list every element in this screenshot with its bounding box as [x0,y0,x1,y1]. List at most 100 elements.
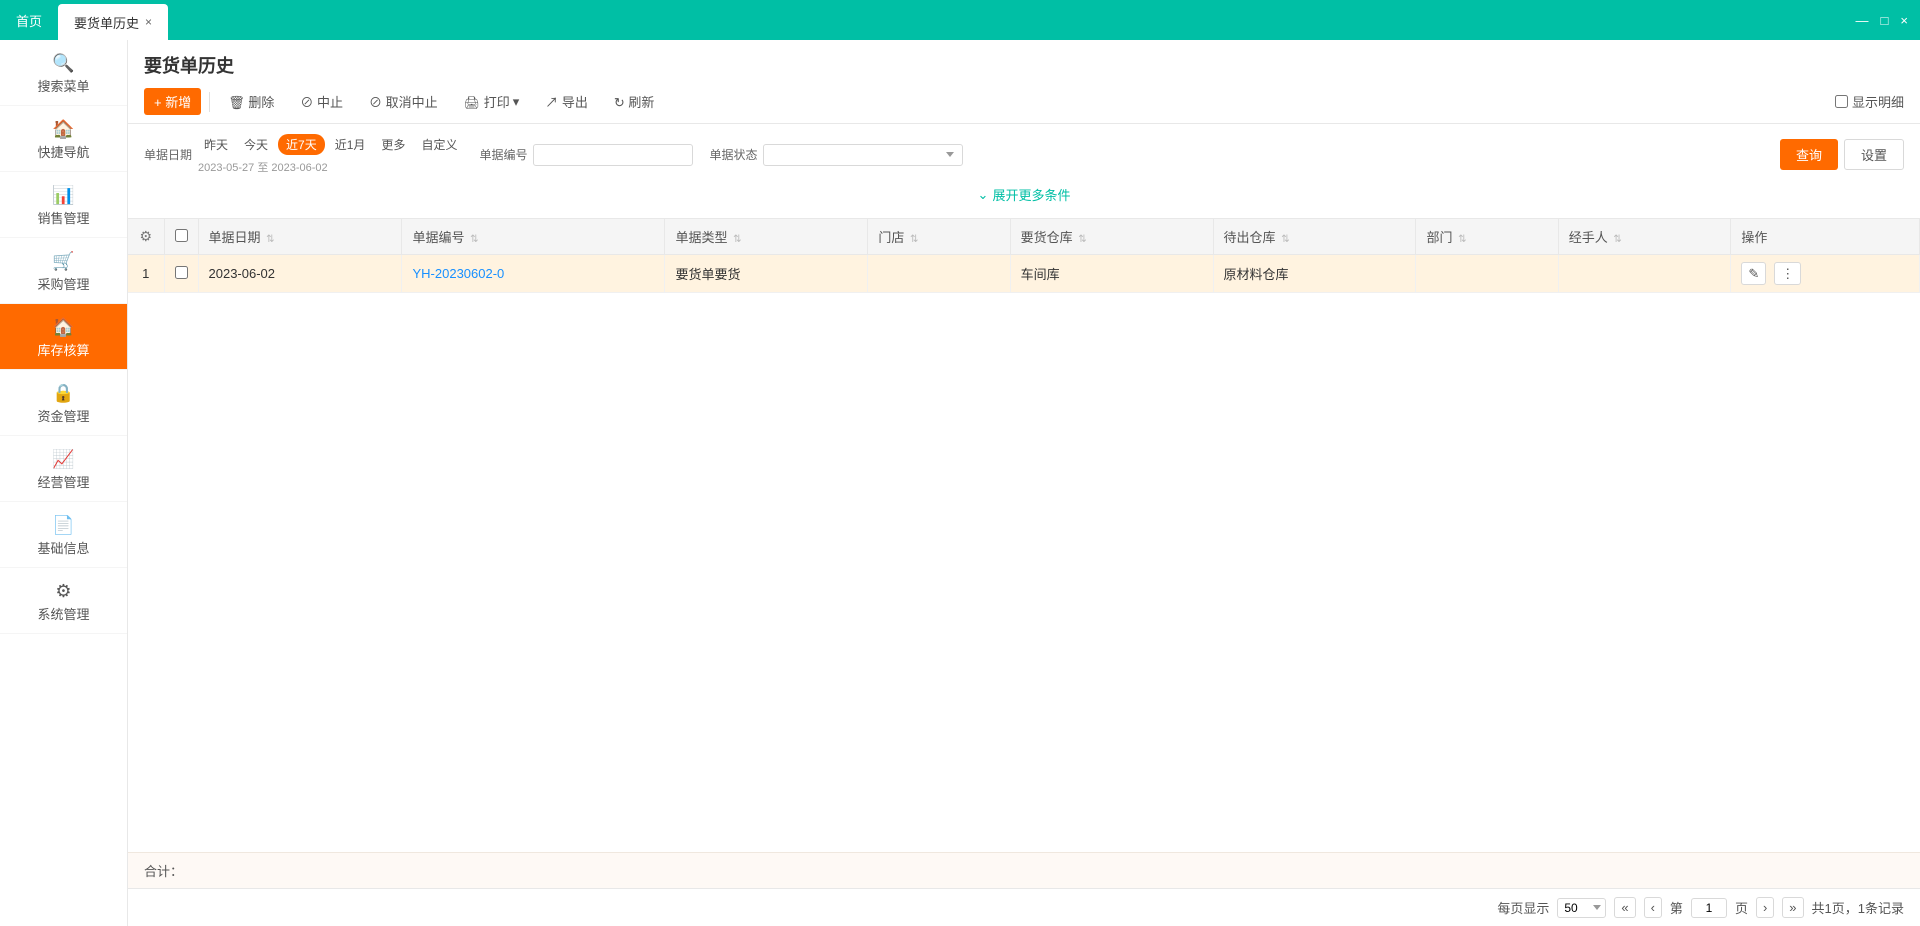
gear-icon: ⚙ [55,582,71,600]
sidebar-item-finance-label: 资金管理 [37,406,89,425]
col-actions-label: 操作 [1741,230,1767,245]
sort-order-no-icon[interactable]: ⇅ [470,234,478,245]
query-button[interactable]: 查询 [1780,139,1838,170]
next-page-icon: › [1763,900,1767,915]
row-pending-warehouse: 原材料仓库 [1213,255,1416,293]
sidebar-item-quick-nav[interactable]: 🏠 快捷导航 [0,106,127,172]
date-btn-custom[interactable]: 自定义 [415,134,463,155]
export-button[interactable]: ↗ 导出 [535,88,598,115]
filter-bar: 单据日期 昨天 今天 近7天 近1月 更多 自定义 2023-05-27 至 2… [128,124,1920,219]
tab-home[interactable]: 首页 [0,0,58,40]
date-filter-group: 单据日期 昨天 今天 近7天 近1月 更多 自定义 2023-05-27 至 2… [144,134,463,175]
sidebar-item-operations[interactable]: 📈 经营管理 [0,436,127,502]
show-detail-toggle[interactable]: 显示明细 [1835,92,1904,111]
expand-button[interactable]: ⌄ 展开更多条件 [978,181,1071,208]
row-edit-button[interactable]: ✎ [1741,262,1766,285]
window-close-icon[interactable]: × [1900,13,1908,28]
setting-button[interactable]: 设置 [1844,139,1904,170]
sort-pending-warehouse-icon[interactable]: ⇅ [1281,234,1289,245]
date-filter-label: 单据日期 [144,146,192,163]
sidebar-item-system[interactable]: ⚙ 系统管理 [0,568,127,634]
page-label: 第 [1670,898,1683,917]
row-store [868,255,1010,293]
sidebar-item-inventory[interactable]: 🏠 库存核算 [0,304,127,370]
sidebar-item-basic-info[interactable]: 📄 基础信息 [0,502,127,568]
row-order-type: 要货单要货 [665,255,868,293]
col-order-no: 单据编号 ⇅ [402,219,665,255]
prev-page-icon: ‹ [1651,900,1655,915]
new-label: + 新增 [154,92,191,111]
sidebar-item-search-menu[interactable]: 🔍 搜索菜单 [0,40,127,106]
col-settings: ⚙ [128,219,164,255]
edit-icon: ✎ [1748,266,1759,281]
filter-row: 单据日期 昨天 今天 近7天 近1月 更多 自定义 2023-05-27 至 2… [144,134,1904,175]
col-handler: 经手人 ⇅ [1558,219,1731,255]
status-select[interactable] [763,144,963,166]
page-suffix: 页 [1735,898,1748,917]
prev-page-button[interactable]: ‹ [1644,897,1662,918]
print-label: 🖨 打印 [464,92,510,111]
last-page-button[interactable]: » [1782,897,1803,918]
table-area: ⚙ 单据日期 ⇅ 单据编号 ⇅ [128,219,1920,852]
settings-icon[interactable]: ⚙ [139,228,152,244]
sidebar-item-operations-label: 经营管理 [37,472,89,491]
row-req-warehouse: 车间库 [1010,255,1213,293]
row-more-button[interactable]: ⋮ [1774,262,1801,285]
date-btn-1month[interactable]: 近1月 [329,134,372,155]
ops-icon: 📈 [52,450,74,468]
total-label: 合计： [144,861,183,880]
row-num: 1 [128,255,164,293]
order-no-input[interactable] [533,144,693,166]
sort-store-icon[interactable]: ⇅ [910,234,918,245]
sort-department-icon[interactable]: ⇅ [1458,234,1466,245]
sort-handler-icon[interactable]: ⇅ [1613,234,1621,245]
home-icon: 🏠 [52,120,74,138]
select-all-checkbox[interactable] [175,229,188,242]
maximize-icon[interactable]: □ [1881,13,1889,28]
sort-order-type-icon[interactable]: ⇅ [733,234,741,245]
cancel-stop-button[interactable]: ⊘ 取消中止 [359,88,448,115]
new-button[interactable]: + 新增 [144,88,201,115]
refresh-button[interactable]: ↻ 刷新 [604,88,665,115]
tab-requisition-history-label: 要货单历史 [74,13,139,32]
minimize-icon[interactable]: — [1856,13,1869,28]
main-table: ⚙ 单据日期 ⇅ 单据编号 ⇅ [128,219,1920,293]
cancel-stop-label: ⊘ 取消中止 [369,92,438,111]
sidebar-item-sales[interactable]: 📊 销售管理 [0,172,127,238]
first-page-button[interactable]: « [1614,897,1635,918]
date-btn-more[interactable]: 更多 [375,134,411,155]
next-page-button[interactable]: › [1756,897,1774,918]
row-order-no-link[interactable]: YH-20230602-0 [412,266,504,281]
tab-requisition-history[interactable]: 要货单历史 × [58,4,168,40]
print-dropdown-icon: ▾ [513,94,520,110]
date-btn-yesterday[interactable]: 昨天 [198,134,234,155]
delete-label: 🗑 删除 [228,92,274,111]
page-input[interactable] [1691,898,1727,918]
date-btn-7days[interactable]: 近7天 [278,134,325,155]
stop-button[interactable]: ⊘ 中止 [290,88,353,115]
filter-action-buttons: 查询 设置 [1780,139,1904,170]
col-order-type-label: 单据类型 [675,230,727,245]
show-detail-checkbox[interactable] [1835,95,1848,108]
tab-home-label: 首页 [16,11,42,30]
col-order-no-label: 单据编号 [412,230,464,245]
date-btn-today[interactable]: 今天 [238,134,274,155]
close-icon[interactable]: × [145,15,152,29]
sidebar-item-purchase[interactable]: 🛒 采购管理 [0,238,127,304]
sort-req-warehouse-icon[interactable]: ⇅ [1078,234,1086,245]
sort-date-icon[interactable]: ⇅ [266,234,274,245]
cart-icon: 🛒 [52,252,74,270]
sidebar-item-quick-nav-label: 快捷导航 [37,142,89,161]
row-handler [1558,255,1731,293]
row-checkbox[interactable] [175,266,188,279]
sidebar-item-finance[interactable]: 🔒 资金管理 [0,370,127,436]
delete-button[interactable]: 🗑 删除 [218,88,284,115]
print-button[interactable]: 🖨 打印 ▾ [454,88,530,115]
col-department-label: 部门 [1426,230,1452,245]
col-req-warehouse-label: 要货仓库 [1021,230,1073,245]
col-order-type: 单据类型 ⇅ [665,219,868,255]
col-department: 部门 ⇅ [1416,219,1558,255]
pagination: 每页显示 10 20 50 100 « ‹ 第 页 › » 共1页，1条记录 [128,888,1920,926]
doc-icon: 📄 [52,516,74,534]
per-page-select[interactable]: 10 20 50 100 [1557,898,1606,918]
